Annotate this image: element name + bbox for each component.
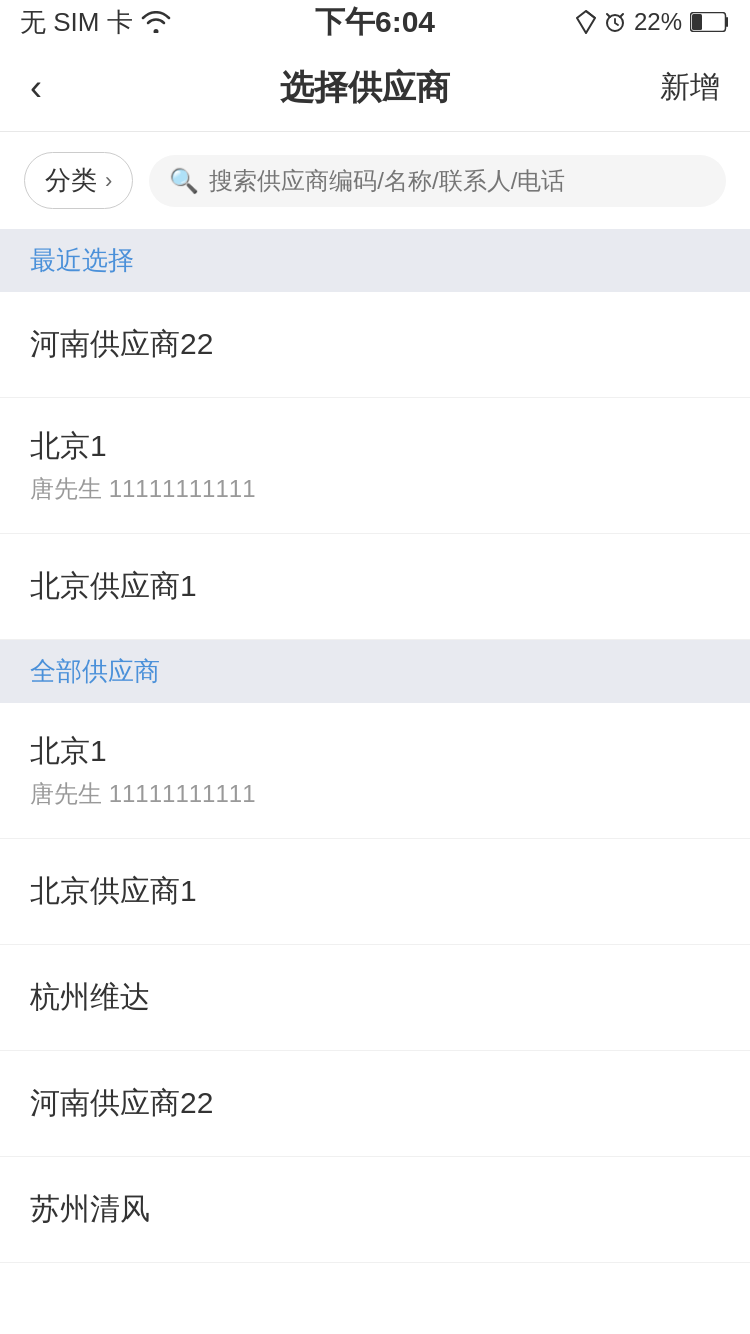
item-name: 北京1 bbox=[30, 426, 720, 467]
filter-bar: 分类 › 🔍 bbox=[0, 132, 750, 229]
no-sim-text: 无 SIM 卡 bbox=[20, 5, 133, 40]
battery-icon bbox=[690, 12, 730, 32]
recent-section-label: 最近选择 bbox=[30, 245, 134, 275]
add-button[interactable]: 新增 bbox=[640, 67, 720, 108]
item-name: 河南供应商22 bbox=[30, 1083, 720, 1124]
status-bar: 无 SIM 卡 下午6:04 22% bbox=[0, 0, 750, 44]
chevron-right-icon: › bbox=[105, 168, 112, 194]
item-name: 北京供应商1 bbox=[30, 871, 720, 912]
search-icon: 🔍 bbox=[169, 167, 199, 195]
status-time: 下午6:04 bbox=[315, 2, 435, 43]
item-name: 北京供应商1 bbox=[30, 566, 720, 607]
list-item[interactable]: 河南供应商22 bbox=[0, 1051, 750, 1157]
wifi-icon bbox=[141, 11, 171, 33]
item-name: 河南供应商22 bbox=[30, 324, 720, 365]
alarm-icon bbox=[604, 10, 626, 34]
nav-bar: ‹ 选择供应商 新增 bbox=[0, 44, 750, 132]
item-name: 杭州维达 bbox=[30, 977, 720, 1018]
recent-list: 河南供应商22 北京1 唐先生 11111111111 北京供应商1 bbox=[0, 292, 750, 640]
category-button[interactable]: 分类 › bbox=[24, 152, 133, 209]
search-box: 🔍 bbox=[149, 155, 726, 207]
item-name: 北京1 bbox=[30, 731, 720, 772]
status-left: 无 SIM 卡 bbox=[20, 5, 171, 40]
all-list: 北京1 唐先生 11111111111 北京供应商1 杭州维达河南供应商22 苏州清风 bbox=[0, 703, 750, 1263]
list-item[interactable]: 北京供应商1 bbox=[0, 534, 750, 640]
page-title: 选择供应商 bbox=[90, 65, 640, 111]
recent-section-header: 最近选择 bbox=[0, 229, 750, 292]
all-section-label: 全部供应商 bbox=[30, 656, 160, 686]
battery-text: 22% bbox=[634, 8, 682, 36]
list-item[interactable]: 杭州维达 bbox=[0, 945, 750, 1051]
list-item[interactable]: 河南供应商22 bbox=[0, 292, 750, 398]
search-input[interactable] bbox=[209, 167, 706, 195]
svg-rect-2 bbox=[692, 14, 702, 30]
item-sub: 唐先生 11111111111 bbox=[30, 778, 720, 810]
item-sub: 唐先生 11111111111 bbox=[30, 473, 720, 505]
list-item[interactable]: 北京1 唐先生 11111111111 bbox=[0, 703, 750, 839]
location-icon bbox=[576, 10, 596, 34]
list-item[interactable]: 北京1 唐先生 11111111111 bbox=[0, 398, 750, 534]
list-item[interactable]: 北京供应商1 bbox=[0, 839, 750, 945]
all-section-header: 全部供应商 bbox=[0, 640, 750, 703]
back-button[interactable]: ‹ bbox=[30, 67, 90, 109]
status-right: 22% bbox=[576, 8, 730, 36]
category-label: 分类 bbox=[45, 163, 97, 198]
list-item[interactable]: 苏州清风 bbox=[0, 1157, 750, 1263]
item-name: 苏州清风 bbox=[30, 1189, 720, 1230]
